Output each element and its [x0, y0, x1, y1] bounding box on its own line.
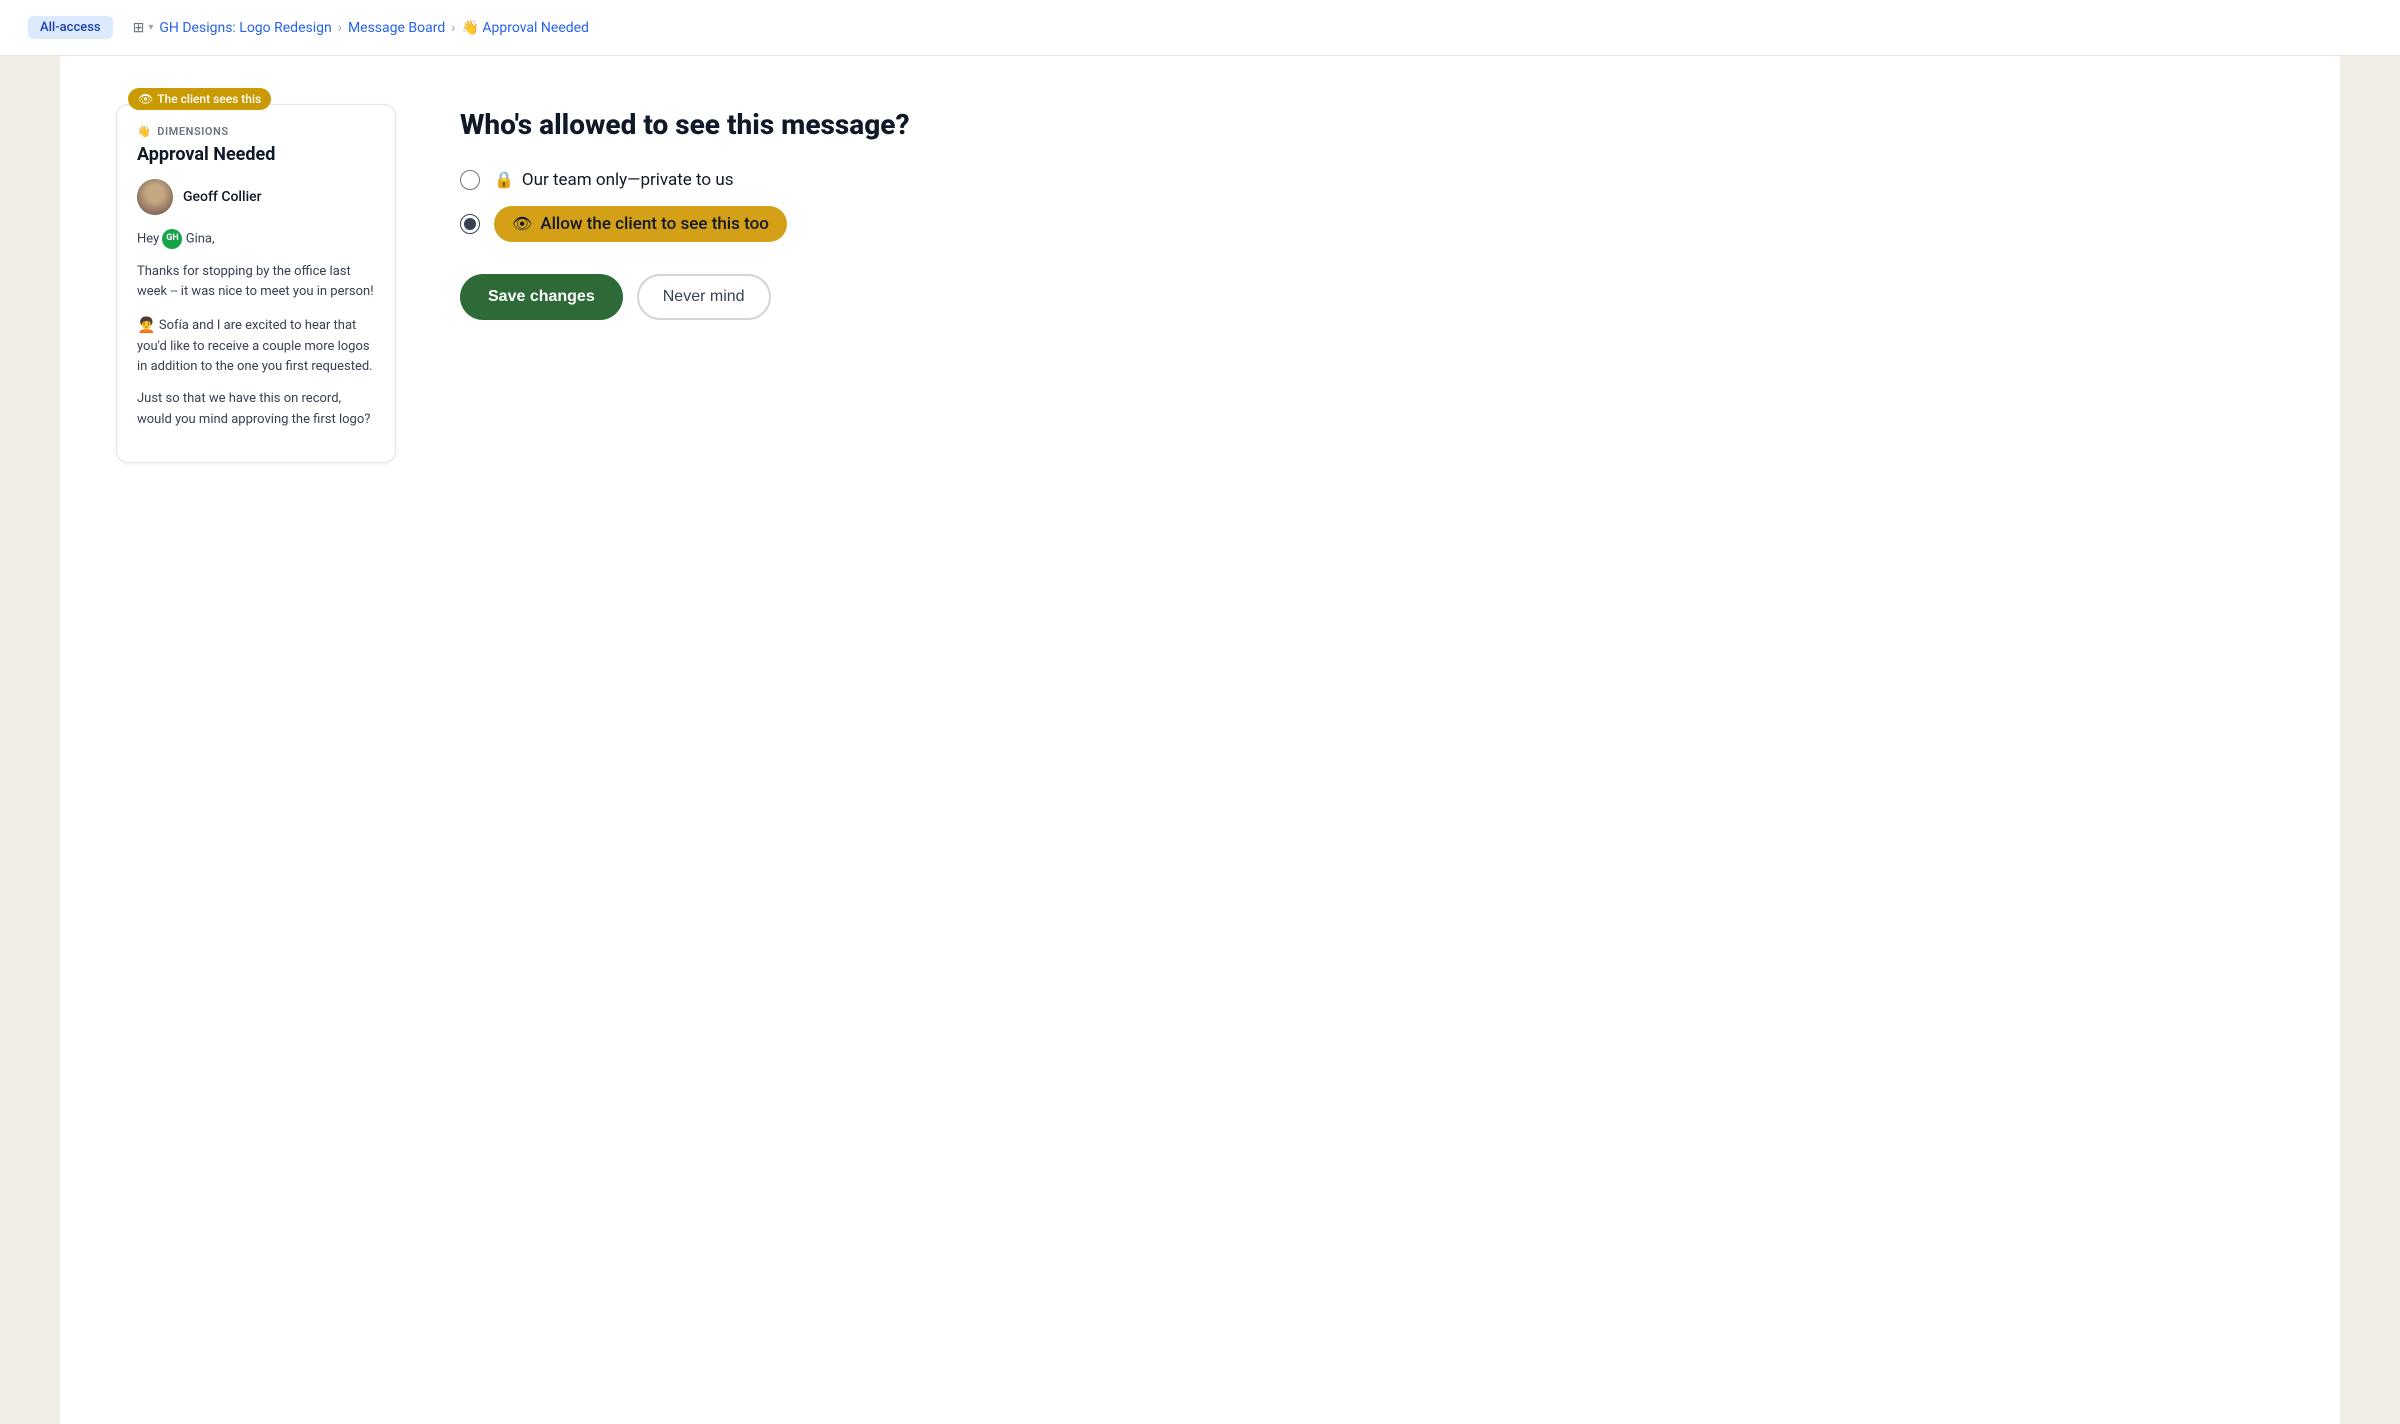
client-sees-badge: 👁 The client sees this	[128, 88, 271, 110]
message-card: 👋 DIMENSIONS Approval Needed Geoff Colli…	[116, 104, 396, 463]
message-card-container: 👁 The client sees this 👋 DIMENSIONS Appr…	[116, 104, 396, 463]
project-name: DIMENSIONS	[157, 125, 228, 138]
all-access-badge: All-access	[28, 16, 113, 39]
author-avatar	[137, 179, 173, 215]
card-para-1: Thanks for stopping by the office last w…	[137, 262, 375, 302]
never-mind-button[interactable]: Never mind	[637, 274, 771, 320]
grid-icon: ⊞	[133, 20, 145, 36]
option-allow-client-label: 👁 Allow the client to see this too	[494, 206, 787, 242]
lock-icon: 🔒	[494, 170, 514, 189]
breadcrumb-emoji: 👋	[461, 20, 478, 36]
card-para-2-text: Sofía and I are excited to hear that you…	[137, 318, 373, 374]
author-name: Geoff Collier	[183, 189, 262, 205]
grid-view-toggle[interactable]: ⊞ ▾	[133, 20, 154, 36]
breadcrumb: ⊞ ▾ GH Designs: Logo Redesign › Message …	[133, 20, 589, 36]
right-panel: Who's allowed to see this message? 🔒 Our…	[460, 104, 2284, 320]
card-para-2: 🧑‍🦱 Sofía and I are excited to hear that…	[137, 314, 375, 378]
client-sees-label: The client sees this	[157, 92, 261, 106]
option-team-only-text: Our team only—private to us	[522, 170, 734, 190]
sofia-emoji-icon: 🧑‍🦱	[137, 316, 156, 334]
chevron-down-icon: ▾	[148, 22, 153, 33]
action-buttons: Save changes Never mind	[460, 274, 2284, 320]
greeting-text: Hey	[137, 231, 159, 246]
card-title: Approval Needed	[137, 144, 375, 165]
option-team-only-label: 🔒 Our team only—private to us	[494, 170, 734, 190]
option-allow-client[interactable]: 👁 Allow the client to see this too	[460, 206, 2284, 242]
topbar: All-access ⊞ ▾ GH Designs: Logo Redesign…	[0, 0, 2400, 56]
project-emoji-icon: 👋	[137, 125, 151, 138]
mention-gina-badge: GH	[162, 229, 182, 249]
content-wrapper: 👁 The client sees this 👋 DIMENSIONS Appr…	[116, 104, 2284, 463]
client-sees-eye-icon: 👁	[138, 92, 153, 106]
card-author: Geoff Collier	[137, 179, 375, 215]
radio-team-only[interactable]	[460, 170, 480, 190]
main-content: 👁 The client sees this 👋 DIMENSIONS Appr…	[60, 56, 2340, 1424]
breadcrumb-project-link[interactable]: GH Designs: Logo Redesign	[159, 20, 331, 36]
card-body: Hey GH Gina, Thanks for stopping by the …	[137, 229, 375, 430]
breadcrumb-separator-1: ›	[338, 20, 342, 36]
greeting-name: Gina,	[186, 231, 215, 246]
card-para-3: Just so that we have this on record, wou…	[137, 389, 375, 429]
radio-options: 🔒 Our team only—private to us 👁 Allow th…	[460, 170, 2284, 242]
breadcrumb-section-link[interactable]: Message Board	[348, 20, 445, 36]
breadcrumb-separator-2: ›	[451, 20, 455, 36]
breadcrumb-current-label: Approval Needed	[482, 20, 589, 36]
radio-allow-client[interactable]	[460, 214, 480, 234]
option-team-only[interactable]: 🔒 Our team only—private to us	[460, 170, 2284, 190]
card-greeting-paragraph: Hey GH Gina,	[137, 229, 375, 250]
card-project-label: 👋 DIMENSIONS	[137, 125, 375, 138]
option-allow-client-text: Allow the client to see this too	[540, 214, 769, 234]
breadcrumb-current-page: 👋 Approval Needed	[461, 20, 589, 36]
eye-icon: 👁	[512, 214, 532, 233]
panel-title: Who's allowed to see this message?	[460, 108, 2284, 142]
save-changes-button[interactable]: Save changes	[460, 274, 623, 320]
